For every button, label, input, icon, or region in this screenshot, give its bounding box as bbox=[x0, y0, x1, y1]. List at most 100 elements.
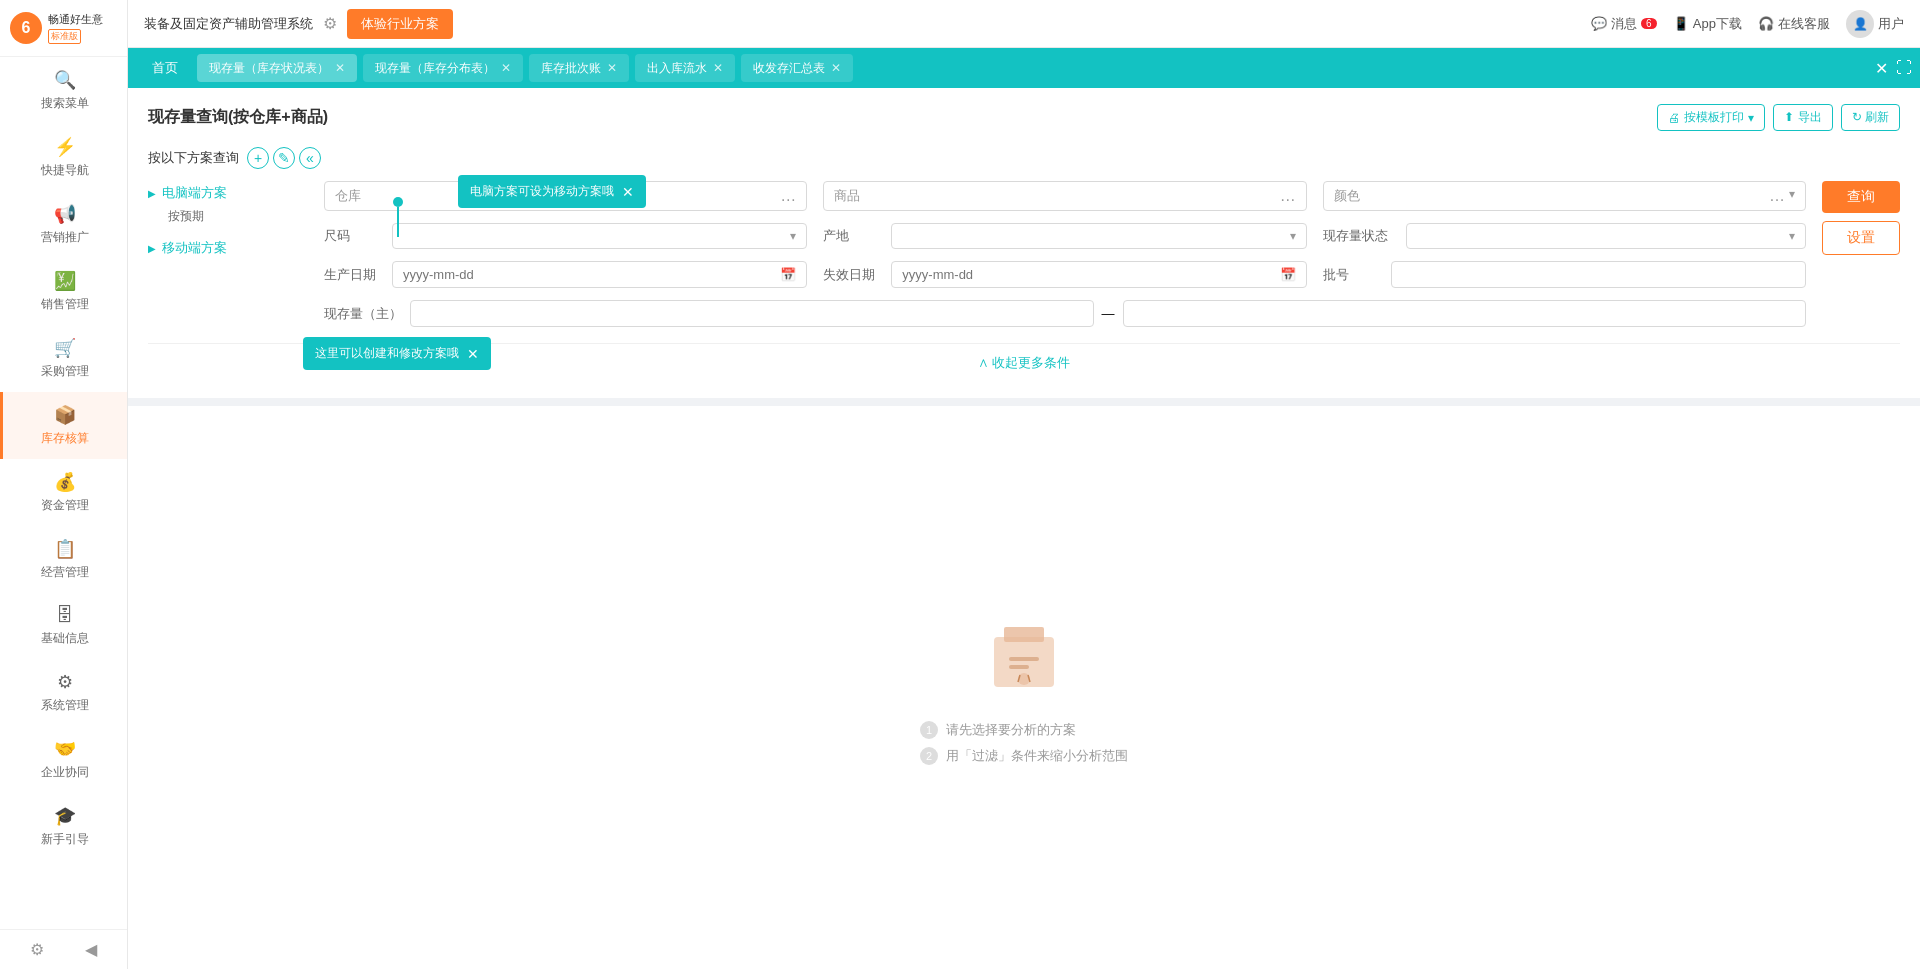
refresh-icon: ↻ bbox=[1852, 110, 1862, 124]
tab-close-receive-summary[interactable]: ✕ bbox=[831, 61, 841, 75]
goods-input[interactable]: 商品 … bbox=[823, 181, 1306, 211]
query-btns: 查询 设置 bbox=[1822, 181, 1900, 331]
filter-edit-btn[interactable]: ✎ bbox=[273, 147, 295, 169]
stock-main-min-input[interactable] bbox=[410, 300, 1094, 327]
user-label: 用户 bbox=[1878, 15, 1904, 33]
sidebar-item-enterprise[interactable]: 🤝 企业协同 bbox=[0, 726, 127, 793]
tooltip1-close-btn[interactable]: ✕ bbox=[622, 184, 634, 200]
scheme-node-mobile[interactable]: ▶ 移动端方案 bbox=[148, 236, 308, 260]
batch-no-textinput[interactable] bbox=[1402, 267, 1795, 282]
tab-close-batch-ledger[interactable]: ✕ bbox=[607, 61, 617, 75]
batch-no-input[interactable] bbox=[1391, 261, 1806, 288]
logo-icon: 6 bbox=[10, 12, 42, 44]
btn-refresh[interactable]: ↻ 刷新 bbox=[1841, 104, 1900, 131]
scheme-sub-label: 按预期 bbox=[168, 208, 204, 225]
tab-receive-summary[interactable]: 收发存汇总表 ✕ bbox=[741, 54, 853, 82]
prod-date-icon[interactable]: 📅 bbox=[780, 267, 796, 282]
size-select[interactable]: ▾ bbox=[392, 223, 807, 249]
sidebar-item-operations[interactable]: 📋 经营管理 bbox=[0, 526, 127, 593]
color-input[interactable]: 颜色 … ▾ bbox=[1323, 181, 1806, 211]
tabbar-close-all-icon[interactable]: ✕ bbox=[1875, 59, 1888, 78]
color-dropdown-icon[interactable]: ▾ bbox=[1789, 187, 1795, 205]
prod-date-textinput[interactable] bbox=[403, 267, 780, 282]
sidebar-item-label: 经营管理 bbox=[41, 564, 89, 581]
sidebar-item-marketing[interactable]: 📢 营销推广 bbox=[0, 191, 127, 258]
tab-inout-flow[interactable]: 出入库流水 ✕ bbox=[635, 54, 735, 82]
tabbar-fullscreen-icon[interactable]: ⛶ bbox=[1896, 59, 1912, 77]
size-arrow-icon: ▾ bbox=[790, 229, 796, 243]
btn-query[interactable]: 查询 bbox=[1822, 181, 1900, 213]
messages-btn[interactable]: 💬 消息 6 bbox=[1591, 15, 1657, 33]
tab-batch-ledger[interactable]: 库存批次账 ✕ bbox=[529, 54, 629, 82]
prod-date-label: 生产日期 bbox=[324, 266, 384, 284]
sidebar-item-quicknav[interactable]: ⚡ 快捷导航 bbox=[0, 124, 127, 191]
origin-arrow-icon: ▾ bbox=[1290, 229, 1296, 243]
tab-inventory-status[interactable]: 现存量（库存状况表） ✕ bbox=[197, 54, 357, 82]
warehouse-dots-icon[interactable]: … bbox=[780, 187, 796, 205]
empty-state: 1 请先选择要分析的方案 2 用「过滤」条件来缩小分析范围 bbox=[128, 406, 1920, 969]
user-area[interactable]: 👤 用户 bbox=[1846, 10, 1904, 38]
scheme-node-pc[interactable]: ▶ 电脑端方案 bbox=[148, 181, 308, 205]
goods-field: 商品 … bbox=[823, 181, 1306, 211]
tab-inventory-dist[interactable]: 现存量（库存分布表） ✕ bbox=[363, 54, 523, 82]
sidebar-item-purchase[interactable]: 🛒 采购管理 bbox=[0, 325, 127, 392]
filter-back-btn[interactable]: « bbox=[299, 147, 321, 169]
color-placeholder: 颜色 bbox=[1334, 187, 1360, 205]
sidebar-item-finance[interactable]: 💰 资金管理 bbox=[0, 459, 127, 526]
prod-date-input[interactable]: 📅 bbox=[392, 261, 807, 288]
btn-set[interactable]: 设置 bbox=[1822, 221, 1900, 255]
footer-settings-icon[interactable]: ⚙ bbox=[30, 940, 44, 959]
sidebar-item-system[interactable]: ⚙ 系统管理 bbox=[0, 659, 127, 726]
filter-label: 按以下方案查询 bbox=[148, 149, 239, 167]
sidebar-item-sales[interactable]: 💹 销售管理 bbox=[0, 258, 127, 325]
page-content: 现存量查询(按仓库+商品) 🖨 按模板打印 ▾ ⬆ 导出 ↻ 刷新 bbox=[128, 88, 1920, 969]
tab-home[interactable]: 首页 bbox=[136, 48, 194, 88]
btn-template[interactable]: 🖨 按模板打印 ▾ bbox=[1657, 104, 1765, 131]
online-service-btn[interactable]: 🎧 在线客服 bbox=[1758, 15, 1830, 33]
scheme-sub-node[interactable]: 按预期 bbox=[168, 205, 308, 228]
footer-collapse-icon[interactable]: ◀ bbox=[85, 940, 97, 959]
goods-dots-icon[interactable]: … bbox=[1280, 187, 1296, 205]
sidebar-item-search[interactable]: 🔍 搜索菜单 bbox=[0, 57, 127, 124]
sidebar-item-guide[interactable]: 🎓 新手引导 bbox=[0, 793, 127, 860]
svg-rect-2 bbox=[1009, 657, 1039, 661]
filter-actions: + ✎ « bbox=[247, 147, 321, 169]
expand-icon-mobile: ▶ bbox=[148, 243, 156, 254]
filter-add-btn[interactable]: + bbox=[247, 147, 269, 169]
origin-field: 产地 ▾ bbox=[823, 223, 1306, 249]
svg-point-4 bbox=[1018, 673, 1030, 685]
origin-select[interactable]: ▾ bbox=[891, 223, 1306, 249]
service-label: 在线客服 bbox=[1778, 15, 1830, 33]
stock-main-max-textinput[interactable] bbox=[1134, 306, 1796, 321]
tooltip2-close-btn[interactable]: ✕ bbox=[467, 346, 479, 362]
topbar-gear-icon[interactable]: ⚙ bbox=[323, 14, 337, 33]
exp-date-icon[interactable]: 📅 bbox=[1280, 267, 1296, 282]
exp-date-input[interactable]: 📅 bbox=[891, 261, 1306, 288]
filter-header: 按以下方案查询 + ✎ « bbox=[148, 147, 1900, 169]
sidebar-item-label: 基础信息 bbox=[41, 630, 89, 647]
tip-num-1: 1 bbox=[920, 721, 938, 739]
batch-no-field: 批号 bbox=[1323, 261, 1806, 288]
exp-date-field: 失效日期 📅 bbox=[823, 261, 1306, 288]
stock-status-select[interactable]: ▾ bbox=[1406, 223, 1806, 249]
exp-date-label: 失效日期 bbox=[823, 266, 883, 284]
btn-export[interactable]: ⬆ 导出 bbox=[1773, 104, 1832, 131]
scheme-sub-pc: 按预期 bbox=[168, 205, 308, 228]
sidebar-item-inventory[interactable]: 📦 库存核算 bbox=[0, 392, 127, 459]
page-title: 现存量查询(按仓库+商品) bbox=[148, 107, 328, 128]
app-download-btn[interactable]: 📱 App下载 bbox=[1673, 15, 1742, 33]
stock-status-label: 现存量状态 bbox=[1323, 227, 1398, 245]
stock-main-min-textinput[interactable] bbox=[421, 306, 1083, 321]
color-actions: … ▾ bbox=[1769, 187, 1795, 205]
title-actions: 🖨 按模板打印 ▾ ⬆ 导出 ↻ 刷新 bbox=[1657, 104, 1900, 131]
tab-close-inventory-status[interactable]: ✕ bbox=[335, 61, 345, 75]
tab-close-inventory-dist[interactable]: ✕ bbox=[501, 61, 511, 75]
logo-area: 6 畅通好生意 标准版 bbox=[0, 0, 127, 57]
color-dots-icon[interactable]: … bbox=[1769, 187, 1785, 205]
sidebar-item-label: 系统管理 bbox=[41, 697, 89, 714]
tab-close-inout-flow[interactable]: ✕ bbox=[713, 61, 723, 75]
exp-industry-btn[interactable]: 体验行业方案 bbox=[347, 9, 453, 39]
stock-main-max-input[interactable] bbox=[1123, 300, 1807, 327]
sidebar-item-basic[interactable]: 🗄 基础信息 bbox=[0, 593, 127, 659]
exp-date-textinput[interactable] bbox=[902, 267, 1279, 282]
